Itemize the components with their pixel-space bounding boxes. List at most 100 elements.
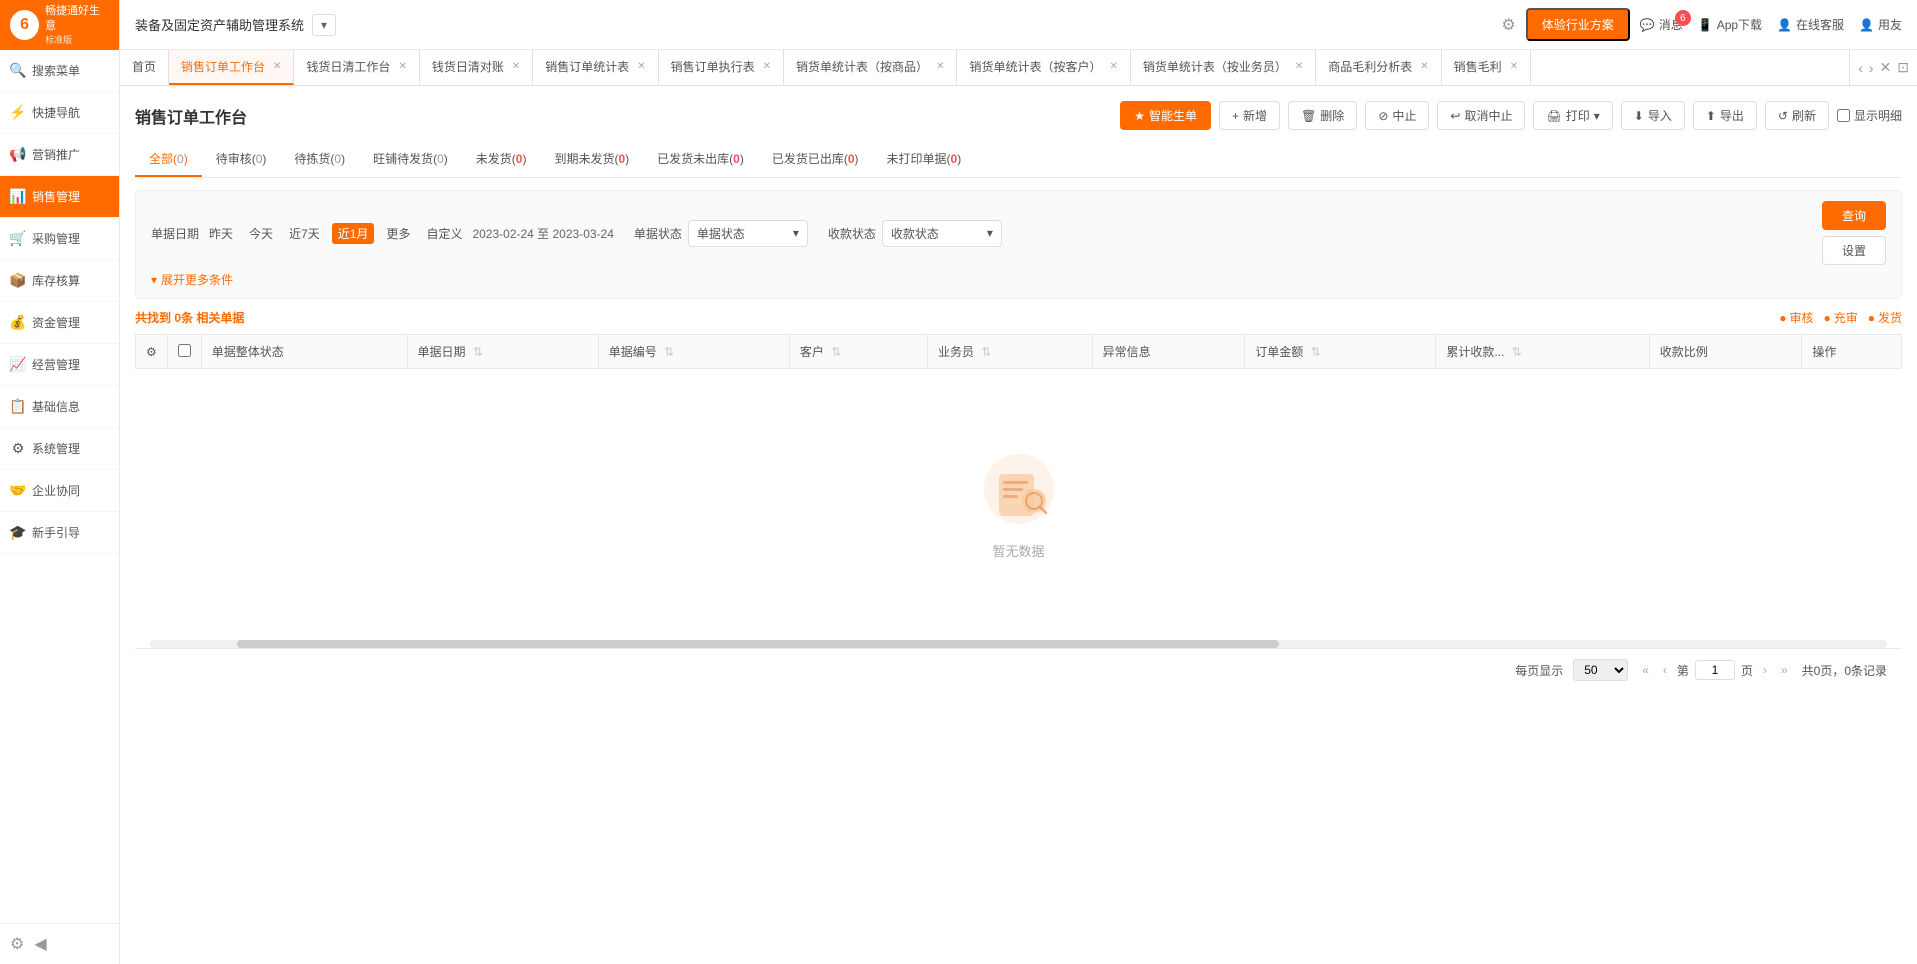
date-opt-1month[interactable]: 近1月 bbox=[332, 223, 375, 244]
message-btn[interactable]: 💬 消息 6 bbox=[1640, 16, 1683, 33]
sidebar-item-purchase[interactable]: 🛒 采购管理 bbox=[0, 218, 119, 260]
date-opt-more[interactable]: 更多 bbox=[382, 223, 414, 244]
add-btn[interactable]: + 新增 bbox=[1219, 101, 1280, 130]
tab-close-icon[interactable]: ✕ bbox=[1510, 61, 1518, 72]
inventory-icon: 📦 bbox=[10, 273, 26, 289]
sidebar-item-inventory[interactable]: 📦 库存核算 bbox=[0, 260, 119, 302]
online-service-btn[interactable]: 👤 在线客服 bbox=[1777, 16, 1844, 33]
show-detail-toggle[interactable]: 显示明细 bbox=[1837, 107, 1902, 124]
tab-home[interactable]: 首页 bbox=[120, 50, 169, 85]
date-opt-custom[interactable]: 自定义 bbox=[422, 223, 466, 244]
app-download-btn[interactable]: 📱 App下载 bbox=[1698, 16, 1762, 33]
stop-btn[interactable]: ⊘ 中止 bbox=[1365, 101, 1429, 130]
collapse-icon[interactable]: ◀ bbox=[34, 934, 46, 954]
cancel-stop-btn[interactable]: ↩ 取消中止 bbox=[1437, 101, 1525, 130]
tab-close-icon[interactable]: ✕ bbox=[1420, 61, 1428, 72]
tab-close-icon[interactable]: ✕ bbox=[1295, 61, 1303, 72]
first-page-btn[interactable]: « bbox=[1638, 661, 1653, 679]
settings-cog-icon[interactable]: ⚙ bbox=[146, 345, 157, 359]
sidebar-item-search[interactable]: 🔍 搜索菜单 bbox=[0, 50, 119, 92]
tab-close-icon[interactable]: ✕ bbox=[936, 61, 944, 72]
sub-tab-label: 已发货未出库( bbox=[657, 152, 733, 166]
sidebar-item-basic-info[interactable]: 📋 基础信息 bbox=[0, 386, 119, 428]
tab-close-icon[interactable]: ✕ bbox=[637, 61, 645, 72]
table-action-unreviewed[interactable]: ● 充审 bbox=[1823, 309, 1857, 326]
tab-sales-exec[interactable]: 销售订单执行表✕ bbox=[659, 50, 784, 85]
sub-tab-not-shipped[interactable]: 未发货(0) bbox=[462, 142, 541, 177]
th-customer[interactable]: 客户 ⇅ bbox=[789, 335, 927, 369]
last-page-btn[interactable]: » bbox=[1777, 661, 1792, 679]
sub-tab-all[interactable]: 全部(0) bbox=[135, 142, 202, 177]
page-input[interactable] bbox=[1695, 660, 1735, 680]
table-action-ship[interactable]: ● 发货 bbox=[1868, 309, 1902, 326]
date-opt-7days[interactable]: 近7天 bbox=[285, 223, 324, 244]
topbar-gear-icon[interactable]: ⚙ bbox=[1501, 15, 1515, 35]
tab-close-icon[interactable]: ✕ bbox=[512, 61, 520, 72]
industry-btn[interactable]: 体验行业方案 bbox=[1526, 8, 1630, 41]
th-checkbox[interactable] bbox=[167, 335, 201, 369]
tab-sales-stats[interactable]: 销售订单统计表✕ bbox=[533, 50, 658, 85]
date-opt-yesterday[interactable]: 昨天 bbox=[205, 223, 237, 244]
horizontal-scrollbar[interactable] bbox=[150, 640, 1887, 648]
smart-create-btn[interactable]: ★ 智能生单 bbox=[1120, 101, 1211, 130]
settings-icon[interactable]: ⚙ bbox=[10, 934, 24, 954]
tab-sales-profit[interactable]: 销售毛利✕ bbox=[1442, 50, 1531, 85]
tab-close-icon[interactable]: ✕ bbox=[1109, 61, 1117, 72]
th-staff[interactable]: 业务员 ⇅ bbox=[927, 335, 1092, 369]
th-settings[interactable]: ⚙ bbox=[136, 335, 168, 369]
sidebar-item-marketing[interactable]: 📢 营销推广 bbox=[0, 134, 119, 176]
th-amount[interactable]: 订单金额 ⇅ bbox=[1245, 335, 1436, 369]
next-page-btn[interactable]: › bbox=[1759, 661, 1771, 679]
tab-sales-staff[interactable]: 销货单统计表（按业务员）✕ bbox=[1131, 50, 1316, 85]
system-dropdown[interactable]: ▾ bbox=[312, 14, 336, 36]
sidebar-item-enterprise[interactable]: 🤝 企业协同 bbox=[0, 470, 119, 512]
sidebar-item-system[interactable]: ⚙ 系统管理 bbox=[0, 428, 119, 470]
tab-sales-order[interactable]: 销售订单工作台✕ bbox=[169, 50, 294, 85]
show-detail-checkbox[interactable] bbox=[1837, 109, 1850, 122]
th-date[interactable]: 单据日期 ⇅ bbox=[407, 335, 598, 369]
sidebar-item-operations[interactable]: 📈 经营管理 bbox=[0, 344, 119, 386]
sub-tab-overdue-ship[interactable]: 到期未发货(0) bbox=[540, 142, 643, 177]
tab-expand-btn[interactable]: ⊡ bbox=[1897, 59, 1909, 76]
prev-page-btn[interactable]: ‹ bbox=[1659, 661, 1671, 679]
tab-close-icon[interactable]: ✕ bbox=[763, 61, 771, 72]
refresh-btn[interactable]: ↺ 刷新 bbox=[1765, 101, 1829, 130]
query-btn[interactable]: 查询 bbox=[1822, 201, 1886, 230]
tab-gross-margin[interactable]: 商品毛利分析表✕ bbox=[1316, 50, 1441, 85]
tab-close-all-btn[interactable]: ✕ bbox=[1880, 59, 1892, 76]
sidebar-item-sales[interactable]: 📊 销售管理 bbox=[0, 176, 119, 218]
sub-tab-shipped-out[interactable]: 已发货已出库(0) bbox=[758, 142, 873, 177]
tab-cash-reconcile[interactable]: 钱货日清对账✕ bbox=[420, 50, 533, 85]
expand-filter-btn[interactable]: ▾ 展开更多条件 bbox=[151, 271, 1886, 288]
import-btn[interactable]: ⬇ 导入 bbox=[1621, 101, 1685, 130]
tab-cash-daily[interactable]: 钱货日清工作台✕ bbox=[294, 50, 419, 85]
sub-tab-not-printed[interactable]: 未打印单据(0) bbox=[873, 142, 976, 177]
sub-tab-wangpu-pending[interactable]: 旺铺待发货(0) bbox=[359, 142, 462, 177]
status-select[interactable]: 单据状态 ▾ bbox=[688, 220, 808, 247]
tab-sales-product[interactable]: 销货单统计表（按商品）✕ bbox=[784, 50, 957, 85]
tab-close-icon[interactable]: ✕ bbox=[398, 61, 406, 72]
sub-tab-pending-review[interactable]: 待审核(0) bbox=[202, 142, 281, 177]
sub-tab-pending-pick[interactable]: 待拣货(0) bbox=[280, 142, 359, 177]
sidebar-item-label: 销售管理 bbox=[32, 188, 80, 205]
sub-tab-shipped-not-out[interactable]: 已发货未出库(0) bbox=[643, 142, 758, 177]
tab-sales-customer[interactable]: 销货单统计表（按客户）✕ bbox=[957, 50, 1130, 85]
tab-next-btn[interactable]: › bbox=[1869, 60, 1874, 76]
sidebar-item-newbie[interactable]: 🎓 新手引导 bbox=[0, 512, 119, 554]
select-all-checkbox[interactable] bbox=[178, 344, 191, 357]
tab-prev-btn[interactable]: ‹ bbox=[1858, 60, 1863, 76]
page-size-select[interactable]: 50 10 20 100 bbox=[1573, 659, 1628, 681]
sidebar-item-finance[interactable]: 💰 资金管理 bbox=[0, 302, 119, 344]
setting-btn[interactable]: 设置 bbox=[1822, 236, 1886, 265]
table-action-review[interactable]: ● 审核 bbox=[1779, 309, 1813, 326]
date-opt-today[interactable]: 今天 bbox=[245, 223, 277, 244]
sidebar-item-quick-nav[interactable]: ⚡ 快捷导航 bbox=[0, 92, 119, 134]
user-menu[interactable]: 👤 用友 bbox=[1859, 16, 1902, 33]
delete-btn[interactable]: 🗑 删除 bbox=[1288, 101, 1357, 130]
tab-close-icon[interactable]: ✕ bbox=[273, 61, 281, 72]
export-btn[interactable]: ⬆ 导出 bbox=[1693, 101, 1757, 130]
print-btn[interactable]: 🖨 打印 ▾ bbox=[1533, 101, 1612, 130]
th-number[interactable]: 单据编号 ⇅ bbox=[598, 335, 789, 369]
th-collected[interactable]: 累计收款... ⇅ bbox=[1436, 335, 1649, 369]
payment-select[interactable]: 收款状态 ▾ bbox=[882, 220, 1002, 247]
